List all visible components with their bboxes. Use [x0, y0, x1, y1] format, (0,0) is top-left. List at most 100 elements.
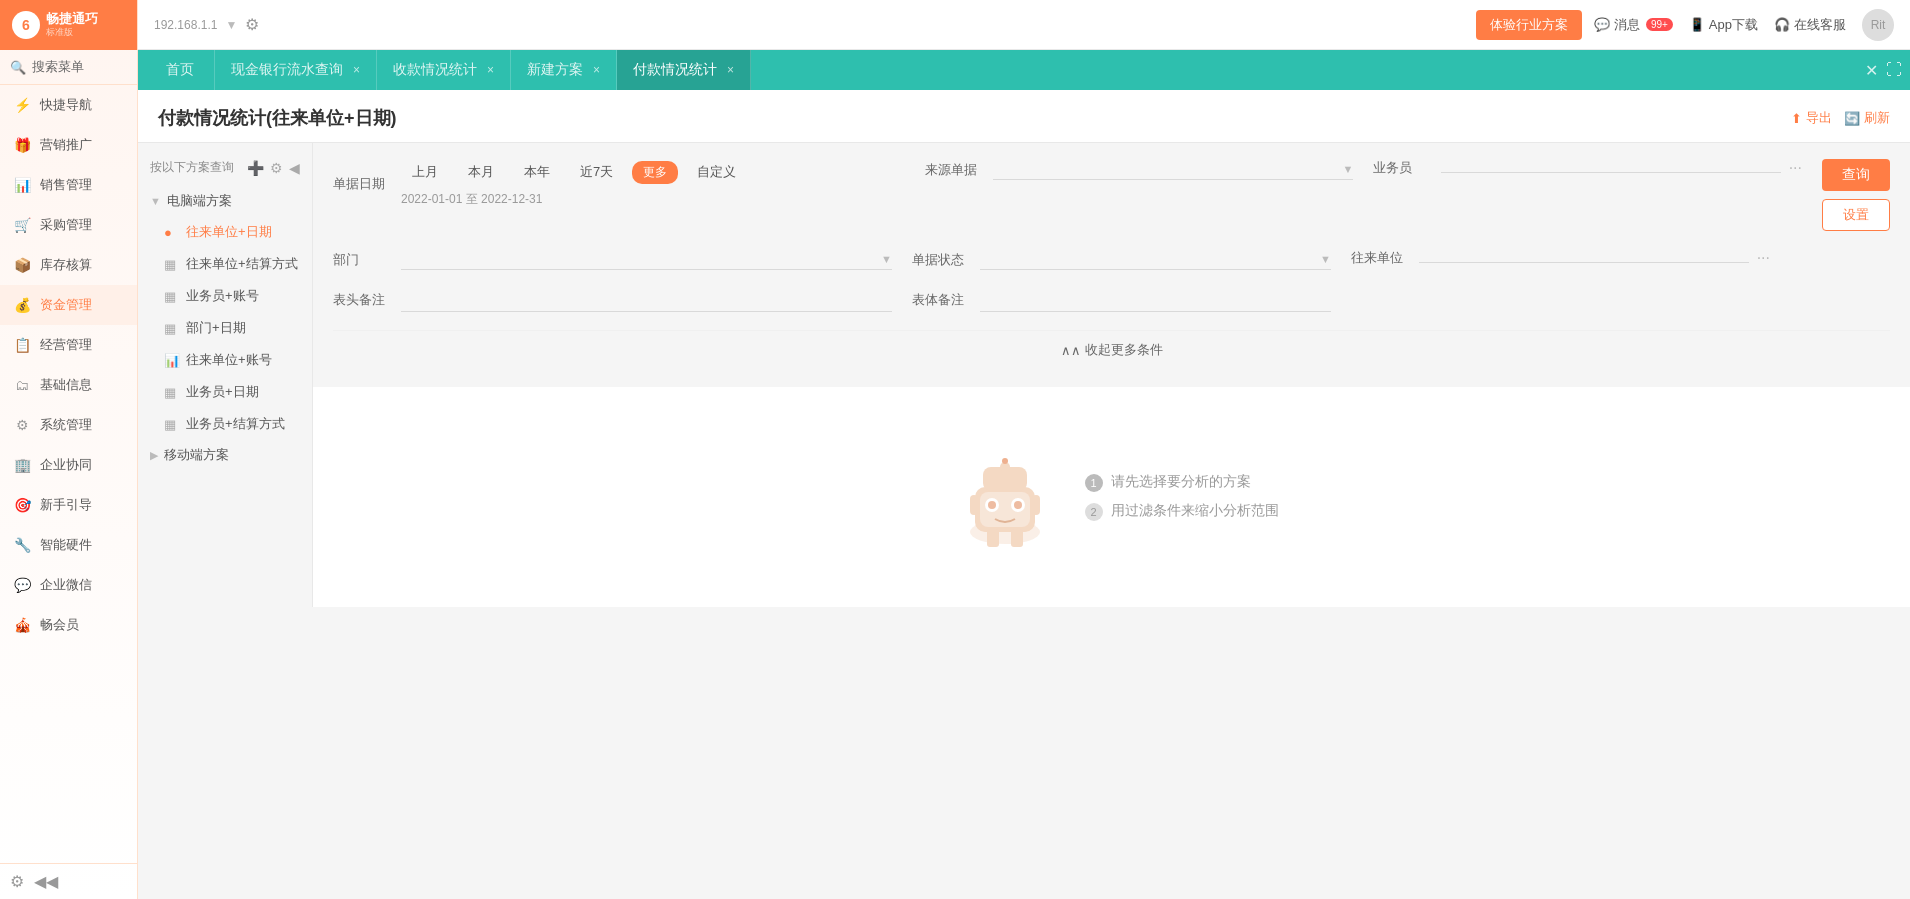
query-btn[interactable]: 查询	[1822, 159, 1890, 191]
topbar-settings-icon[interactable]: ⚙	[245, 15, 259, 34]
scheme-panel: 按以下方案查询 ➕ ⚙ ◀ ▼ 电脑端方案 ● 往来单位+日期	[138, 143, 313, 607]
staff-label: 业务员	[1373, 159, 1433, 177]
date-label: 单据日期	[333, 175, 393, 193]
date-btn-this-year[interactable]: 本年	[513, 159, 561, 185]
source-label: 来源单据	[925, 161, 985, 179]
sidebar-item-system[interactable]: ⚙ 系统管理	[0, 405, 137, 445]
scheme-item-staff-date[interactable]: ▦ 业务员+日期	[138, 376, 312, 408]
svg-rect-10	[1011, 529, 1023, 547]
dept-field: 部门 ▼	[333, 249, 892, 270]
body-note-input[interactable]	[980, 288, 1331, 312]
source-select[interactable]: ▼	[993, 159, 1354, 180]
tip-num-2: 2	[1085, 503, 1103, 521]
collapse-sidebar-icon[interactable]: ◀◀	[34, 872, 58, 891]
sidebar-item-basic-info[interactable]: 🗂 基础信息	[0, 365, 137, 405]
collapse-panel-icon[interactable]: ◀	[289, 160, 300, 176]
scheme-item-partner-settlement[interactable]: ▦ 往来单位+结算方式	[138, 248, 312, 280]
sidebar-item-enterprise[interactable]: 🏢 企业协同	[0, 445, 137, 485]
tab-payment-stats[interactable]: 付款情况统计 ×	[617, 50, 751, 90]
sidebar-item-inventory[interactable]: 📦 库存核算	[0, 245, 137, 285]
sidebar-item-guide[interactable]: 🎯 新手引导	[0, 485, 137, 525]
app-download-btn[interactable]: 📱 App下载	[1689, 16, 1758, 34]
main-area: 192.168.1.1 ▼ ⚙ 体验行业方案 💬 消息 99+ 📱 App下载 …	[138, 0, 1910, 899]
headset-icon: 🎧	[1774, 17, 1790, 32]
dept-select[interactable]: ▼	[401, 249, 892, 270]
online-service-btn[interactable]: 🎧 在线客服	[1774, 16, 1846, 34]
tabbar: 首页 现金银行流水查询 × 收款情况统计 × 新建方案 × 付款情况统计 × ✕…	[138, 50, 1910, 90]
staff-field: 业务员 ···	[1373, 159, 1802, 177]
sidebar-item-purchase[interactable]: 🛒 采购管理	[0, 205, 137, 245]
scheme-panel-header: 按以下方案查询 ➕ ⚙ ◀	[138, 153, 312, 186]
vip-icon: 🎪	[12, 615, 32, 635]
date-btn-custom[interactable]: 自定义	[686, 159, 747, 185]
topbar-right: 💬 消息 99+ 📱 App下载 🎧 在线客服 Rit	[1594, 9, 1894, 41]
staff-select[interactable]	[1441, 164, 1780, 173]
scheme-item-partner-account[interactable]: 📊 往来单位+账号	[138, 344, 312, 376]
sidebar-item-operations[interactable]: 📋 经营管理	[0, 325, 137, 365]
scheme-item-partner-date[interactable]: ● 往来单位+日期	[138, 216, 312, 248]
enterprise-icon: 🏢	[12, 455, 32, 475]
filter-row-3: 表头备注 表体备注	[333, 288, 1890, 312]
body-note-field: 表体备注	[912, 288, 1331, 312]
doc-status-label: 单据状态	[912, 251, 972, 269]
scheme-desktop-group-header[interactable]: ▼ 电脑端方案	[138, 186, 312, 216]
tab-payment-stats-close[interactable]: ×	[727, 63, 734, 77]
tabbar-actions: ✕ ⛶	[1865, 61, 1902, 80]
sidebar-item-marketing[interactable]: 🎁 营销推广	[0, 125, 137, 165]
collapse-up-icon: ∧∧	[1061, 343, 1081, 358]
tab-receipt-stats[interactable]: 收款情况统计 ×	[377, 50, 511, 90]
tab-new-scheme[interactable]: 新建方案 ×	[511, 50, 617, 90]
refresh-btn[interactable]: 🔄 刷新	[1844, 109, 1890, 127]
svg-point-6	[1014, 501, 1022, 509]
add-scheme-icon[interactable]: ➕	[247, 160, 264, 176]
filter-form: 单据日期 上月 本月 本年 近7天 更多 自定义 20	[313, 143, 1910, 385]
settings-bottom-icon[interactable]: ⚙	[10, 872, 24, 891]
date-btn-last-month[interactable]: 上月	[401, 159, 449, 185]
scheme-item-staff-settlement[interactable]: ▦ 业务员+结算方式	[138, 408, 312, 440]
sidebar-item-quick-nav[interactable]: ⚡ 快捷导航	[0, 85, 137, 125]
scheme-item-staff-account[interactable]: ▦ 业务员+账号	[138, 280, 312, 312]
header-note-input[interactable]	[401, 288, 892, 312]
filter-settings-btn[interactable]: 设置	[1822, 199, 1890, 231]
sales-icon: 📊	[12, 175, 32, 195]
scheme-icon-0: ▦	[164, 257, 180, 272]
trial-btn[interactable]: 体验行业方案	[1476, 10, 1582, 40]
doc-status-field: 单据状态 ▼	[912, 249, 1331, 270]
maximize-icon[interactable]: ⛶	[1886, 61, 1902, 79]
page-header: 付款情况统计(往来单位+日期) ⬆ 导出 🔄 刷新	[138, 90, 1910, 143]
partner-dots[interactable]: ···	[1757, 249, 1770, 267]
tab-bank-flow-close[interactable]: ×	[353, 63, 360, 77]
scheme-item-dept-date[interactable]: ▦ 部门+日期	[138, 312, 312, 344]
staff-dots[interactable]: ···	[1789, 159, 1802, 177]
scheme-settings-icon[interactable]: ⚙	[270, 160, 283, 176]
sidebar-item-sales[interactable]: 📊 销售管理	[0, 165, 137, 205]
doc-status-select[interactable]: ▼	[980, 249, 1331, 270]
partner-select[interactable]	[1419, 254, 1749, 263]
sidebar-bottom: ⚙ ◀◀	[0, 863, 137, 899]
tab-new-scheme-close[interactable]: ×	[593, 63, 600, 77]
svg-rect-9	[987, 529, 999, 547]
scheme-active-icon: ●	[164, 225, 180, 240]
message-btn[interactable]: 💬 消息 99+	[1594, 16, 1673, 34]
page-header-actions: ⬆ 导出 🔄 刷新	[1791, 109, 1890, 127]
header-note-field: 表头备注	[333, 288, 892, 312]
tab-bank-flow[interactable]: 现金银行流水查询 ×	[215, 50, 377, 90]
sidebar-search[interactable]: 🔍 搜索菜单	[0, 50, 137, 85]
sidebar-item-capital[interactable]: 💰 资金管理	[0, 285, 137, 325]
sidebar-item-vip[interactable]: 🎪 畅会员	[0, 605, 137, 645]
user-avatar[interactable]: Rit	[1862, 9, 1894, 41]
date-btn-this-month[interactable]: 本月	[457, 159, 505, 185]
date-btn-last7days[interactable]: 近7天	[569, 159, 624, 185]
hardware-icon: 🔧	[12, 535, 32, 555]
tab-home[interactable]: 首页	[146, 50, 215, 90]
sidebar-item-wechat[interactable]: 💬 企业微信	[0, 565, 137, 605]
page-title: 付款情况统计(往来单位+日期)	[158, 106, 397, 130]
date-btn-more[interactable]: 更多	[632, 161, 678, 184]
scheme-mobile-group-header[interactable]: ▶ 移动端方案	[138, 440, 312, 470]
close-tab-icon[interactable]: ✕	[1865, 61, 1878, 80]
body-note-label: 表体备注	[912, 291, 972, 309]
sidebar-item-hardware[interactable]: 🔧 智能硬件	[0, 525, 137, 565]
collapse-btn[interactable]: ∧∧ 收起更多条件	[333, 330, 1890, 369]
export-btn[interactable]: ⬆ 导出	[1791, 109, 1832, 127]
tab-receipt-stats-close[interactable]: ×	[487, 63, 494, 77]
